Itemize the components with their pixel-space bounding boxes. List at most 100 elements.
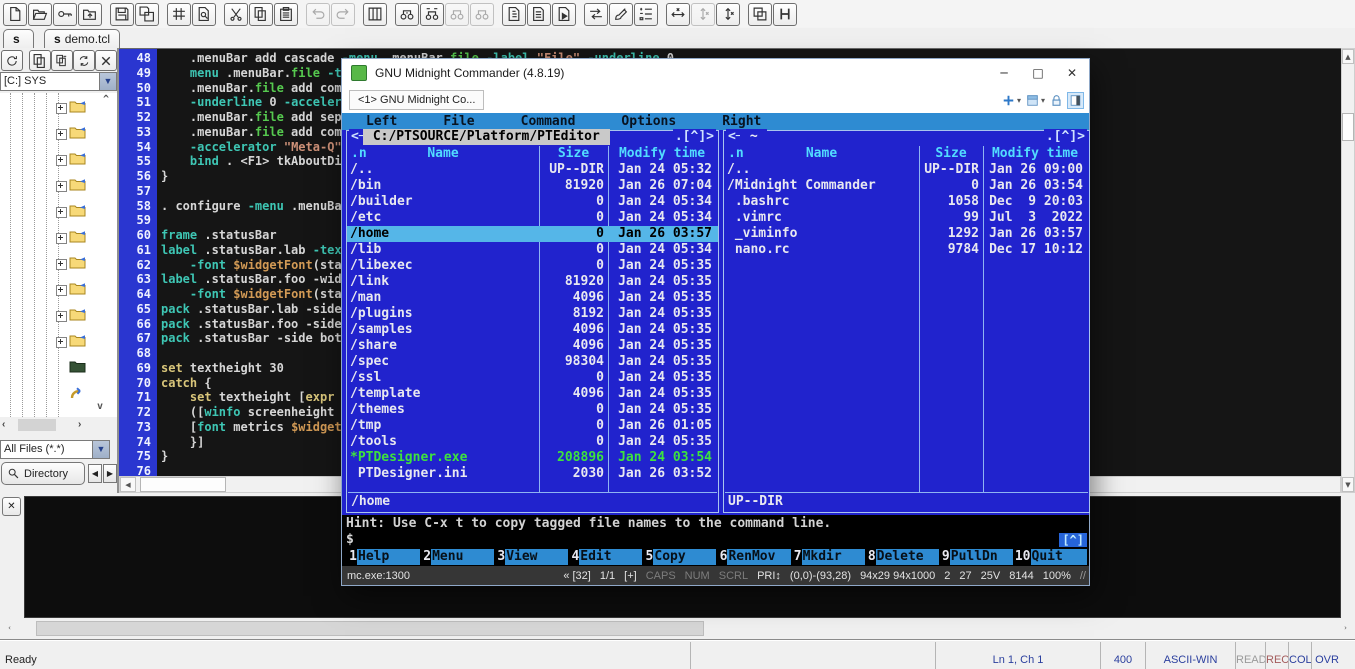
find-next-button[interactable] — [445, 3, 469, 26]
file-row[interactable]: /share4096Jan 24 05:35 — [347, 338, 718, 354]
mc-menu-right[interactable]: Right — [722, 114, 761, 129]
tree-item[interactable] — [0, 329, 117, 355]
directory-tree[interactable]: ^v — [0, 93, 117, 417]
file-row[interactable]: /lib0Jan 24 05:34 — [347, 242, 718, 258]
chevron-down-icon[interactable]: ▾ — [1017, 96, 1021, 105]
file-row[interactable]: /themes0Jan 24 05:35 — [347, 402, 718, 418]
cut-button[interactable] — [224, 3, 248, 26]
windows-button[interactable] — [748, 3, 772, 26]
file-row[interactable]: nano.rc9784Dec 17 10:12 — [724, 242, 1089, 258]
file-row[interactable]: /home0Jan 26 03:57 — [347, 226, 718, 242]
scroll-right-icon[interactable]: › — [1338, 621, 1353, 636]
tree-item[interactable] — [0, 251, 117, 277]
page-list-button[interactable] — [527, 3, 551, 26]
fkey-pulldn[interactable]: 9PullDn — [941, 549, 1013, 565]
tree-item[interactable] — [0, 225, 117, 251]
fkey-edit[interactable]: 4Edit — [570, 549, 642, 565]
main-horizontal-scrollbar[interactable]: ‹ › — [0, 620, 1355, 637]
refresh-button[interactable] — [1, 50, 23, 71]
column-header-modify-time[interactable]: Modify time — [983, 146, 1087, 161]
save-all-button[interactable] — [135, 3, 159, 26]
scroll-up-icon[interactable]: ▲ — [1342, 49, 1354, 64]
drive-selector[interactable]: [C:] SYS ▼ — [0, 72, 117, 91]
panel-corner-right[interactable]: .[^]> — [1044, 129, 1087, 145]
toggle-sidebar-icon[interactable] — [1067, 92, 1084, 109]
file-row[interactable]: .bashrc1058Dec 9 20:03 — [724, 194, 1089, 210]
column-header-name[interactable]: Name — [724, 146, 919, 161]
tree-item[interactable] — [0, 121, 117, 147]
file-row[interactable]: /ssl0Jan 24 05:35 — [347, 370, 718, 386]
chevron-down-icon[interactable]: ▾ — [1041, 96, 1045, 105]
file-row[interactable]: /bin81920Jan 26 07:04 — [347, 178, 718, 194]
chevron-down-icon[interactable]: ▼ — [99, 73, 116, 90]
tree-item[interactable] — [0, 277, 117, 303]
file-row[interactable]: /man4096Jan 24 05:35 — [347, 290, 718, 306]
swap-h-button[interactable] — [584, 3, 608, 26]
file-row[interactable]: /tmp0Jan 26 01:05 — [347, 418, 718, 434]
file-row[interactable]: /samples4096Jan 24 05:35 — [347, 322, 718, 338]
folder-up-button[interactable] — [78, 3, 102, 26]
tree-expander-icon[interactable] — [56, 155, 67, 166]
tree-item[interactable] — [0, 147, 117, 173]
tree-scroll-down-icon[interactable]: v — [97, 401, 103, 412]
fkey-copy[interactable]: 5Copy — [644, 549, 716, 565]
file-row[interactable]: /spec98304Jan 24 05:35 — [347, 354, 718, 370]
file-row[interactable]: .vimrc99Jul 3 2022 — [724, 210, 1089, 226]
editor-tab-s[interactable]: s — [3, 29, 34, 48]
tree-expander-icon[interactable] — [56, 285, 67, 296]
page-copy-button[interactable] — [502, 3, 526, 26]
copy-button[interactable] — [249, 3, 273, 26]
fkey-quit[interactable]: 10Quit — [1015, 549, 1087, 565]
brush-button[interactable] — [609, 3, 633, 26]
save-button[interactable] — [110, 3, 134, 26]
scrollbar-thumb[interactable] — [140, 477, 226, 492]
mc-menu-options[interactable]: Options — [621, 114, 676, 129]
tree-expander-icon[interactable] — [56, 233, 67, 244]
tree-expander-icon[interactable] — [56, 337, 67, 348]
console-tab[interactable]: <1> GNU Midnight Co... — [349, 90, 484, 110]
mc-menu-command[interactable]: Command — [521, 114, 576, 129]
tree-item[interactable] — [0, 95, 117, 121]
file-row[interactable]: PTDesigner.ini2030Jan 26 03:52 — [347, 466, 718, 482]
minimize-button[interactable]: ─ — [987, 60, 1021, 86]
scroll-right-icon[interactable]: › — [78, 419, 81, 430]
fkey-mkdir[interactable]: 7Mkdir — [793, 549, 865, 565]
file-row[interactable]: /plugins8192Jan 24 05:35 — [347, 306, 718, 322]
list-num-button[interactable] — [634, 3, 658, 26]
column-header-size[interactable]: Size — [919, 146, 983, 161]
fkey-renmov[interactable]: 6RenMov — [718, 549, 790, 565]
resize-grip-icon[interactable]: // — [1080, 570, 1086, 582]
column-header-size[interactable]: Size — [539, 146, 608, 161]
fkey-delete[interactable]: 8Delete — [867, 549, 939, 565]
width-x-button[interactable] — [666, 3, 690, 26]
page-run-button[interactable] — [552, 3, 576, 26]
page-find-button[interactable] — [192, 3, 216, 26]
copy-button[interactable] — [29, 50, 51, 71]
file-row[interactable]: /link81920Jan 24 05:35 — [347, 274, 718, 290]
scrollbar-thumb[interactable] — [36, 621, 704, 636]
file-row[interactable]: _viminfo1292Jan 26 03:57 — [724, 226, 1089, 242]
tree-expander-icon[interactable] — [56, 103, 67, 114]
history-corner-badge[interactable]: [^] — [1059, 533, 1087, 547]
tree-expander-icon[interactable] — [56, 259, 67, 270]
tree-horizontal-scrollbar[interactable]: ‹ › — [0, 418, 100, 433]
key-button[interactable] — [53, 3, 77, 26]
height-x-button[interactable] — [691, 3, 715, 26]
mc-command-line[interactable]: $ [^] — [342, 532, 1089, 548]
height-x2-button[interactable] — [716, 3, 740, 26]
mc-titlebar[interactable]: GNU Midnight Commander (4.8.19) ─ □ ✕ — [342, 59, 1089, 87]
grid-button[interactable] — [167, 3, 191, 26]
tree-item[interactable] — [0, 303, 117, 329]
editor-vertical-scrollbar[interactable]: ▲ ▼ — [1341, 48, 1355, 493]
maximize-button[interactable]: □ — [1021, 60, 1055, 86]
fkey-help[interactable]: 1Help — [348, 549, 420, 565]
scrollbar-thumb[interactable] — [1342, 113, 1354, 141]
redo-button[interactable] — [331, 3, 355, 26]
file-row[interactable]: /Midnight Commander0Jan 26 03:54 — [724, 178, 1089, 194]
close-button[interactable] — [95, 50, 117, 71]
open-folder-button[interactable] — [28, 3, 52, 26]
file-row[interactable]: /builder0Jan 24 05:34 — [347, 194, 718, 210]
panel-path[interactable]: ~ — [740, 129, 767, 145]
fkey-view[interactable]: 3View — [496, 549, 568, 565]
tab-scroll-right-button[interactable]: ▶ — [103, 464, 117, 483]
